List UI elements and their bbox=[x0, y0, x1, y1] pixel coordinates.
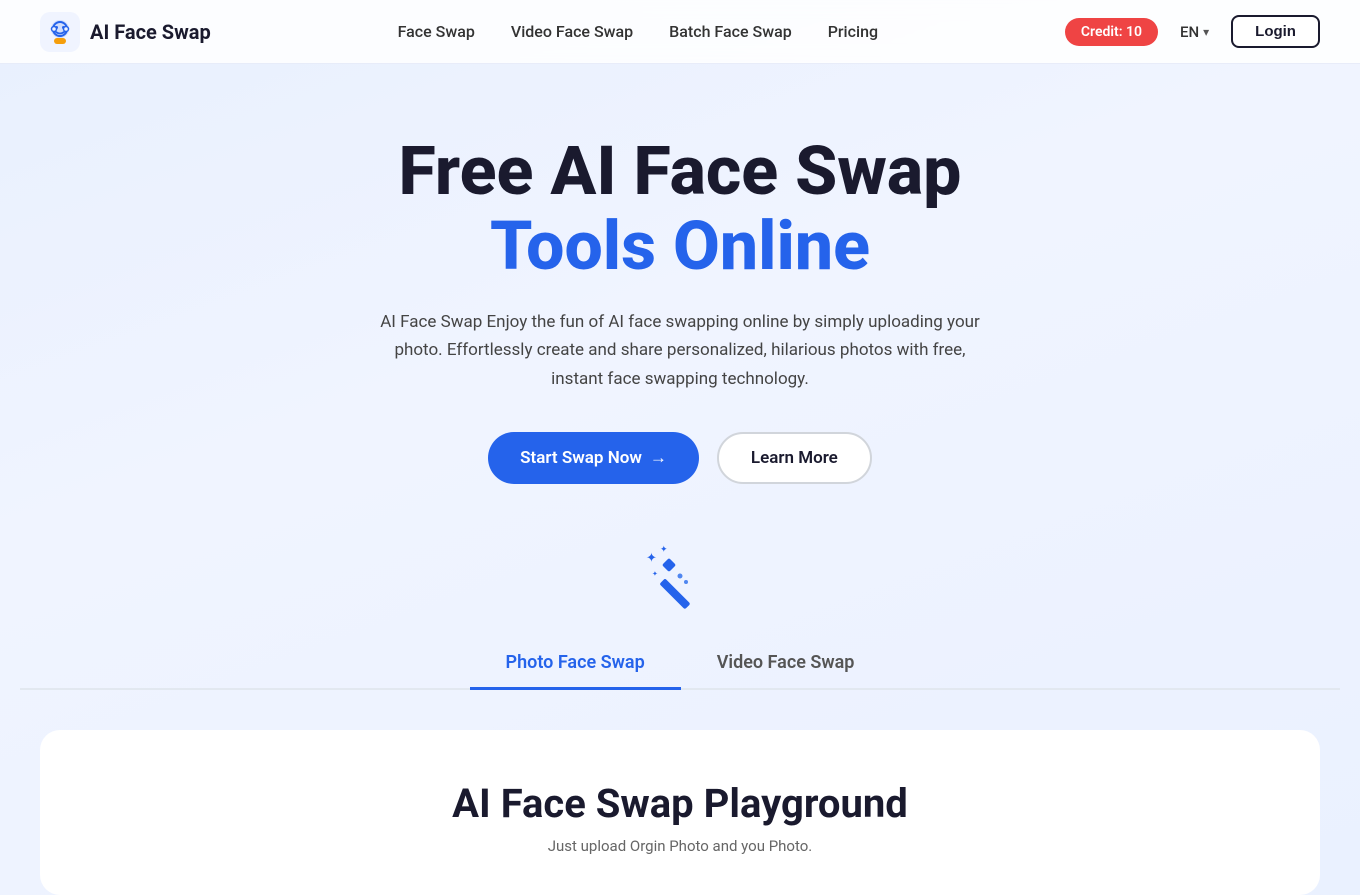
playground-section: AI Face Swap Playground Just upload Orgi… bbox=[40, 730, 1320, 895]
logo-icon bbox=[40, 12, 80, 52]
start-swap-button[interactable]: Start Swap Now → bbox=[488, 432, 699, 484]
tab-video-face-swap[interactable]: Video Face Swap bbox=[681, 640, 891, 690]
hero-title: Free AI Face Swap Tools Online bbox=[20, 134, 1340, 284]
tab-photo-face-swap[interactable]: Photo Face Swap bbox=[470, 640, 681, 690]
nav-item-pricing[interactable]: Pricing bbox=[828, 22, 878, 41]
magic-wand-icon: ✦ ✦ ✦ bbox=[644, 540, 716, 612]
chevron-down-icon: ▾ bbox=[1203, 25, 1209, 39]
navbar: AI Face Swap Face Swap Video Face Swap B… bbox=[0, 0, 1360, 64]
hero-subtitle: AI Face Swap Enjoy the fun of AI face sw… bbox=[370, 308, 990, 395]
login-button[interactable]: Login bbox=[1231, 15, 1320, 48]
magic-icon-area: ✦ ✦ ✦ bbox=[20, 540, 1340, 612]
logo-link[interactable]: AI Face Swap bbox=[40, 12, 211, 52]
learn-more-button[interactable]: Learn More bbox=[717, 432, 872, 484]
tabs-area: Photo Face Swap Video Face Swap bbox=[20, 640, 1340, 690]
nav-right: Credit: 10 EN ▾ Login bbox=[1065, 15, 1320, 48]
arrow-right-icon: → bbox=[650, 448, 667, 468]
hero-title-line2: Tools Online bbox=[20, 209, 1340, 284]
svg-text:✦: ✦ bbox=[660, 545, 668, 555]
lang-label: EN bbox=[1180, 23, 1199, 41]
logo-text: AI Face Swap bbox=[90, 20, 211, 44]
start-swap-label: Start Swap Now bbox=[520, 448, 642, 468]
learn-more-label: Learn More bbox=[751, 448, 838, 468]
hero-section: Free AI Face Swap Tools Online AI Face S… bbox=[0, 64, 1360, 730]
nav-item-video-face-swap[interactable]: Video Face Swap bbox=[511, 22, 633, 41]
nav-item-batch-face-swap[interactable]: Batch Face Swap bbox=[669, 22, 792, 41]
playground-subtitle: Just upload Orgin Photo and you Photo. bbox=[80, 837, 1280, 855]
hero-buttons: Start Swap Now → Learn More bbox=[20, 432, 1340, 484]
nav-links: Face Swap Video Face Swap Batch Face Swa… bbox=[398, 22, 878, 41]
nav-item-face-swap[interactable]: Face Swap bbox=[398, 22, 475, 41]
language-selector[interactable]: EN ▾ bbox=[1172, 19, 1217, 45]
hero-title-line1: Free AI Face Swap bbox=[20, 134, 1340, 209]
playground-title: AI Face Swap Playground bbox=[80, 780, 1280, 827]
svg-text:✦: ✦ bbox=[652, 570, 658, 578]
svg-text:✦: ✦ bbox=[646, 551, 657, 566]
credit-badge[interactable]: Credit: 10 bbox=[1065, 18, 1158, 46]
